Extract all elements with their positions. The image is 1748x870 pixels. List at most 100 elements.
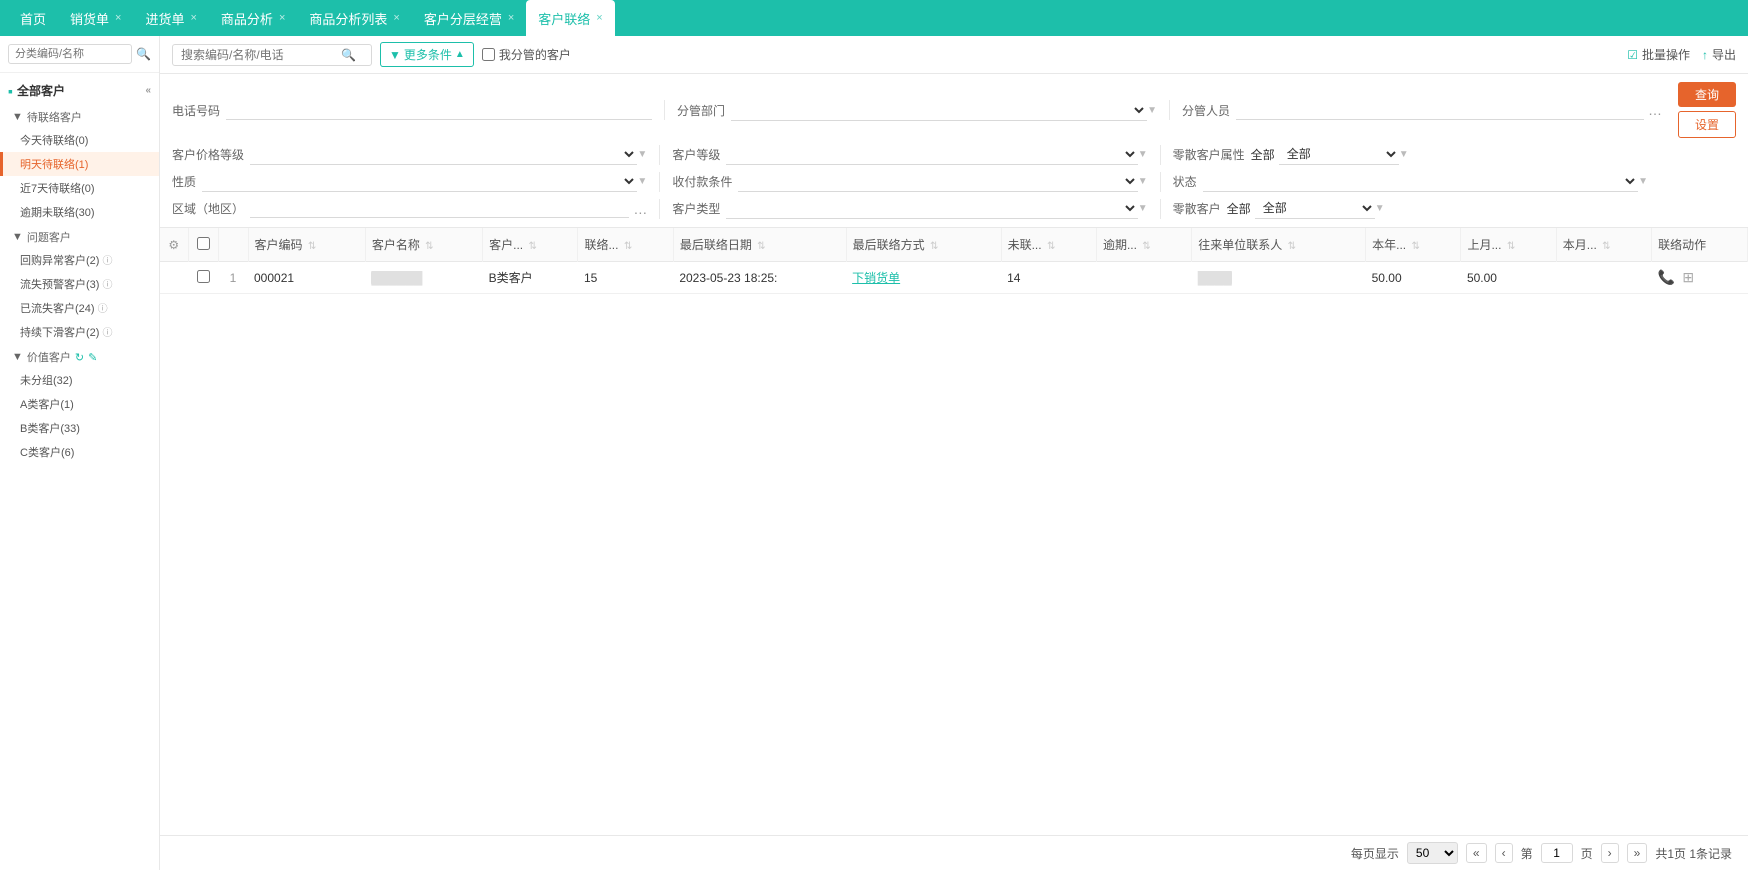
retail-customer-value: 全部 (1227, 200, 1251, 217)
last-contact-way-sort-icon[interactable]: ⇅ (930, 241, 938, 252)
value-edit-icon[interactable]: ✎ (88, 351, 97, 364)
retail-attr-select[interactable]: 全部 (1279, 144, 1399, 165)
manager-input[interactable] (1236, 101, 1644, 120)
select-all-checkbox[interactable] (197, 237, 210, 250)
phone-action-icon[interactable]: 📞 (1658, 269, 1675, 285)
col-this-year: 本年... ⇅ (1366, 228, 1461, 262)
region-input[interactable] (250, 199, 629, 218)
settings-button[interactable]: 设置 (1678, 111, 1736, 138)
nav-sales-order[interactable]: 销货单 × (58, 0, 133, 36)
sidebar-item-ungrouped[interactable]: 未分组(32) (0, 368, 159, 392)
retail-customer-select[interactable]: 全部 (1255, 198, 1375, 219)
sidebar-item-overdue-contact[interactable]: 逾期未联络(30) (0, 200, 159, 224)
nav-product-analysis-list[interactable]: 商品分析列表 × (297, 0, 411, 36)
sidebar-search-input[interactable] (8, 44, 132, 64)
value-refresh-icon[interactable]: ↻ (75, 351, 84, 364)
manager-dots-icon[interactable]: … (1648, 102, 1662, 118)
nav-customer-contact[interactable]: 客户联络 × (526, 0, 614, 36)
close-purchase-order-icon[interactable]: × (190, 12, 196, 24)
nature-select[interactable] (202, 171, 637, 192)
export-button[interactable]: ↑ 导出 (1702, 46, 1736, 63)
my-customer-checkbox[interactable] (482, 48, 495, 61)
contact-sort-icon[interactable]: ⇅ (624, 241, 632, 252)
main-search-input[interactable] (181, 48, 341, 62)
dept-select[interactable] (731, 100, 1147, 121)
export-label: 导出 (1712, 46, 1736, 63)
col-settings[interactable]: ⚙ (160, 228, 188, 262)
name-sort-icon[interactable]: ⇅ (425, 241, 433, 252)
per-page-select[interactable]: 50 20 100 (1407, 842, 1458, 864)
payment-select[interactable] (738, 171, 1137, 192)
filter-customer-level: 客户等级 ▼ (672, 144, 1147, 165)
close-sales-order-icon[interactable]: × (115, 12, 121, 24)
sidebar-item-type-c[interactable]: C类客户(6) (0, 440, 159, 464)
row-last-contact-date: 2023-05-23 18:25: (673, 262, 846, 294)
row-checkbox (188, 262, 218, 294)
customer-level-select[interactable] (726, 144, 1137, 165)
last-month-sort-icon[interactable]: ⇅ (1507, 241, 1515, 252)
sidebar-item-7days-contact[interactable]: 近7天待联络(0) (0, 176, 159, 200)
filter-status: 状态 ▼ (1173, 171, 1648, 192)
nav-home[interactable]: 首页 (8, 0, 58, 36)
sidebar-item-churn-warning[interactable]: 流失预警客户(3) ⓘ (0, 272, 159, 296)
customer-type-select[interactable] (726, 198, 1137, 219)
sidebar-item-churned[interactable]: 已流失客户(24) ⓘ (0, 296, 159, 320)
first-page-button[interactable]: « (1466, 843, 1487, 863)
overdue-sort-icon[interactable]: ⇅ (1142, 241, 1150, 252)
code-sort-icon[interactable]: ⇅ (308, 241, 316, 252)
filter-phone: 电话号码 (172, 101, 652, 120)
price-level-select[interactable] (250, 144, 637, 165)
sidebar-item-type-b[interactable]: B类客户(33) (0, 416, 159, 440)
last-page-button[interactable]: » (1627, 843, 1648, 863)
uncontacted-sort-icon[interactable]: ⇅ (1047, 241, 1055, 252)
sidebar-section-problem[interactable]: ▼ 问题客户 (0, 224, 159, 248)
sidebar-section-value[interactable]: ▼ 价值客户 ↻ ✎ (0, 344, 159, 368)
last-contact-date-sort-icon[interactable]: ⇅ (757, 241, 765, 252)
collapse-all-icon[interactable]: « (145, 85, 151, 96)
this-month-sort-icon[interactable]: ⇅ (1602, 241, 1610, 252)
last-contact-way-link[interactable]: 下销货单 (852, 271, 900, 285)
toolbar-right: ☑ 批量操作 ↑ 导出 (1627, 46, 1736, 63)
sidebar-item-all-customers[interactable]: ▪ 全部客户 « (0, 77, 159, 104)
more-filter-label: 更多条件 (404, 46, 452, 63)
page-input[interactable] (1541, 843, 1573, 863)
close-customer-tier-icon[interactable]: × (508, 12, 514, 24)
my-customer-checkbox-label[interactable]: 我分管的客户 (482, 46, 571, 63)
region-dots-icon[interactable]: … (633, 201, 647, 217)
sidebar-item-type-a[interactable]: A类客户(1) (0, 392, 159, 416)
query-button[interactable]: 查询 (1678, 82, 1736, 107)
batch-operation-button[interactable]: ☑ 批量操作 (1627, 46, 1690, 63)
more-filter-button[interactable]: ▼ 更多条件 ▲ (380, 42, 474, 67)
type-sort-icon[interactable]: ⇅ (528, 241, 536, 252)
close-customer-contact-icon[interactable]: × (596, 12, 602, 24)
unit-contact-sort-icon[interactable]: ⇅ (1288, 241, 1296, 252)
row-uncontacted: 14 (1001, 262, 1096, 294)
sidebar-section-pending[interactable]: ▼ 待联络客户 (0, 104, 159, 128)
phone-input[interactable] (226, 101, 652, 120)
close-product-analysis-list-icon[interactable]: × (393, 12, 399, 24)
sidebar-item-tomorrow-contact[interactable]: 明天待联络(1) (0, 152, 159, 176)
main-search-icon[interactable]: 🔍 (341, 48, 356, 62)
this-year-sort-icon[interactable]: ⇅ (1411, 241, 1419, 252)
batch-op-label: 批量操作 (1642, 46, 1690, 63)
next-page-button[interactable]: › (1601, 843, 1619, 863)
close-product-analysis-icon[interactable]: × (279, 12, 285, 24)
col-type: 客户... ⇅ (483, 228, 578, 262)
sidebar-item-repurchase-abnormal[interactable]: 回购异常客户(2) ⓘ (0, 248, 159, 272)
sidebar-search-icon[interactable]: 🔍 (136, 47, 151, 61)
nav-purchase-order[interactable]: 进货单 × (133, 0, 208, 36)
status-chevron-icon: ▼ (1638, 176, 1648, 187)
filter-row-4: 区域（地区） … 客户类型 ▼ 零散客户 全部 全部 (172, 198, 1736, 219)
table-header-row: ⚙ 客户编码 ⇅ 客户名称 ⇅ (160, 228, 1748, 262)
bullet-icon: ▪ (8, 83, 13, 99)
sidebar-item-today-contact[interactable]: 今天待联络(0) (0, 128, 159, 152)
top-navigation: 首页 销货单 × 进货单 × 商品分析 × 商品分析列表 × 客户分层经营 × … (0, 0, 1748, 36)
prev-page-button[interactable]: ‹ (1495, 843, 1513, 863)
row-select-checkbox[interactable] (197, 270, 210, 283)
sidebar-item-declining[interactable]: 持续下滑客户(2) ⓘ (0, 320, 159, 344)
grid-action-icon[interactable]: ⊞ (1682, 269, 1694, 285)
dept-label: 分管部门 (677, 102, 725, 119)
nav-product-analysis[interactable]: 商品分析 × (209, 0, 297, 36)
nav-customer-tier[interactable]: 客户分层经营 × (412, 0, 526, 36)
status-select[interactable] (1203, 171, 1638, 192)
